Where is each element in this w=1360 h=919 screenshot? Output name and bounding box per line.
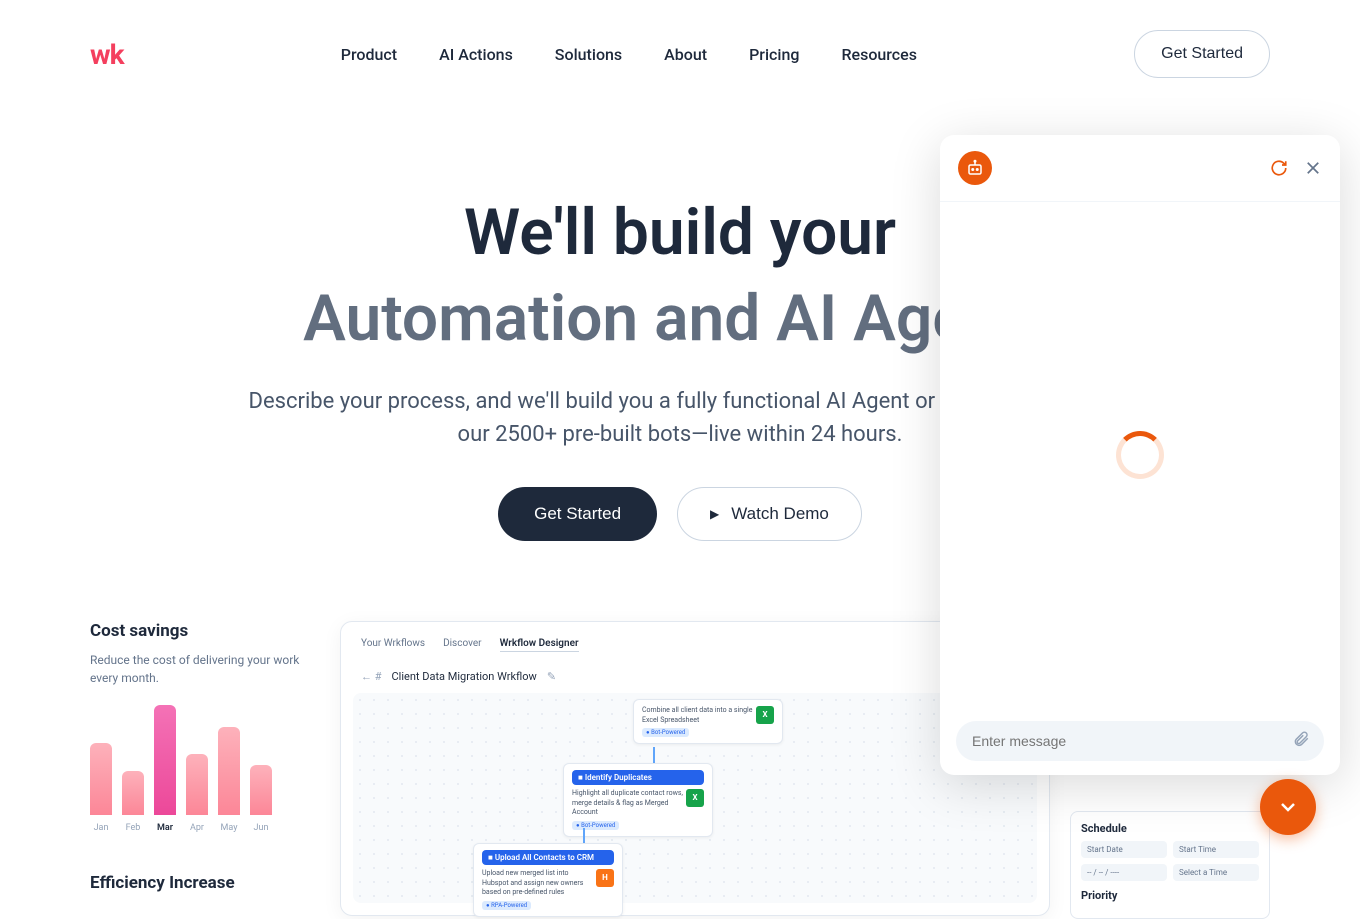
node-tag-1: ● Bot-Powered xyxy=(642,728,689,737)
nav-ai-actions[interactable]: AI Actions xyxy=(439,45,513,64)
hubspot-icon: H xyxy=(596,869,614,887)
primary-nav: Product AI Actions Solutions About Prici… xyxy=(341,45,917,64)
bar-apr xyxy=(186,754,208,815)
tab-your-wrkflows[interactable]: Your Wrkflows xyxy=(361,638,425,652)
header-get-started-button[interactable]: Get Started xyxy=(1134,30,1270,78)
month-mar: Mar xyxy=(154,823,176,833)
workflow-title: Client Data Migration Wrkflow xyxy=(392,670,537,683)
node-head-2: ■ Identify Duplicates xyxy=(572,770,704,785)
month-apr: Apr xyxy=(186,823,208,833)
chat-body xyxy=(940,202,1340,707)
month-labels: Jan Feb Mar Apr May Jun xyxy=(90,823,320,833)
edit-icon[interactable]: ✎ xyxy=(547,670,556,683)
logo-text: wk xyxy=(90,38,124,71)
loading-spinner-icon xyxy=(1116,431,1164,479)
node-tag-2: ● Bot-Powered xyxy=(572,821,619,830)
excel-icon: X xyxy=(756,706,774,724)
workflow-tabs: Your Wrkflows Discover Wrkflow Designer xyxy=(353,634,1037,656)
nav-resources[interactable]: Resources xyxy=(841,45,917,64)
cost-savings-desc: Reduce the cost of delivering your work … xyxy=(90,651,320,687)
cost-savings-card: Cost savings Reduce the cost of deliveri… xyxy=(90,621,320,903)
nav-pricing[interactable]: Pricing xyxy=(749,45,799,64)
chat-message-input[interactable] xyxy=(956,721,1324,761)
month-may: May xyxy=(218,823,240,833)
schedule-panel: Schedule Start Date Start Time -- / -- /… xyxy=(1070,811,1270,919)
month-jun: Jun xyxy=(250,823,272,833)
bar-mar xyxy=(154,705,176,815)
watch-demo-label: Watch Demo xyxy=(731,504,829,524)
cost-bar-chart xyxy=(90,705,320,815)
bar-feb xyxy=(122,771,144,815)
attachment-icon[interactable] xyxy=(1292,730,1310,752)
node-head-3: ■ Upload All Contacts to CRM xyxy=(482,850,614,865)
chat-input-row xyxy=(940,707,1340,775)
site-header: wk Product AI Actions Solutions About Pr… xyxy=(0,0,1360,108)
start-time-label[interactable]: Start Time xyxy=(1173,841,1259,858)
refresh-icon[interactable] xyxy=(1270,159,1288,177)
month-feb: Feb xyxy=(122,823,144,833)
excel-icon-2: X xyxy=(686,789,704,807)
bar-may xyxy=(218,727,240,815)
cost-savings-title: Cost savings xyxy=(90,621,320,641)
nav-solutions[interactable]: Solutions xyxy=(555,45,622,64)
node-body-2: Highlight all duplicate contact rows, me… xyxy=(572,789,686,818)
hero-get-started-button[interactable]: Get Started xyxy=(498,487,657,541)
workflow-canvas[interactable]: Combine all client data into a single Ex… xyxy=(353,693,1037,903)
play-icon: ▶ xyxy=(710,507,719,521)
watch-demo-button[interactable]: ▶ Watch Demo xyxy=(677,487,862,541)
efficiency-title: Efficiency Increase xyxy=(90,873,320,893)
month-jan: Jan xyxy=(90,823,112,833)
workflow-title-row: ← # Client Data Migration Wrkflow ✎ xyxy=(353,666,1037,693)
close-icon[interactable] xyxy=(1304,159,1322,177)
bar-jan xyxy=(90,743,112,815)
node-body-1: Combine all client data into a single Ex… xyxy=(642,706,756,726)
workflow-node-combine[interactable]: Combine all client data into a single Ex… xyxy=(633,699,783,745)
workflow-node-duplicates[interactable]: ■ Identify Duplicates Highlight all dupl… xyxy=(563,763,713,837)
start-date-label[interactable]: Start Date xyxy=(1081,841,1167,858)
start-time-field[interactable]: Select a Time xyxy=(1173,864,1259,881)
tab-discover[interactable]: Discover xyxy=(443,638,482,652)
chat-header xyxy=(940,135,1340,202)
schedule-title: Schedule xyxy=(1081,822,1259,835)
start-date-field[interactable]: -- / -- / ---- xyxy=(1081,864,1167,881)
chat-widget xyxy=(940,135,1340,775)
workflow-node-upload[interactable]: ■ Upload All Contacts to CRM Upload new … xyxy=(473,843,623,917)
nav-product[interactable]: Product xyxy=(341,45,397,64)
node-body-3: Upload new merged list into Hubspot and … xyxy=(482,869,596,898)
bot-avatar-icon xyxy=(958,151,992,185)
tab-wrkflow-designer[interactable]: Wrkflow Designer xyxy=(500,638,579,652)
node-tag-3: ● RPA-Powered xyxy=(482,901,531,910)
logo[interactable]: wk xyxy=(90,38,124,71)
bar-jun xyxy=(250,765,272,815)
priority-title: Priority xyxy=(1081,889,1259,902)
workflow-breadcrumb[interactable]: ← # xyxy=(361,670,382,683)
nav-about[interactable]: About xyxy=(664,45,707,64)
chat-toggle-button[interactable] xyxy=(1260,779,1316,835)
